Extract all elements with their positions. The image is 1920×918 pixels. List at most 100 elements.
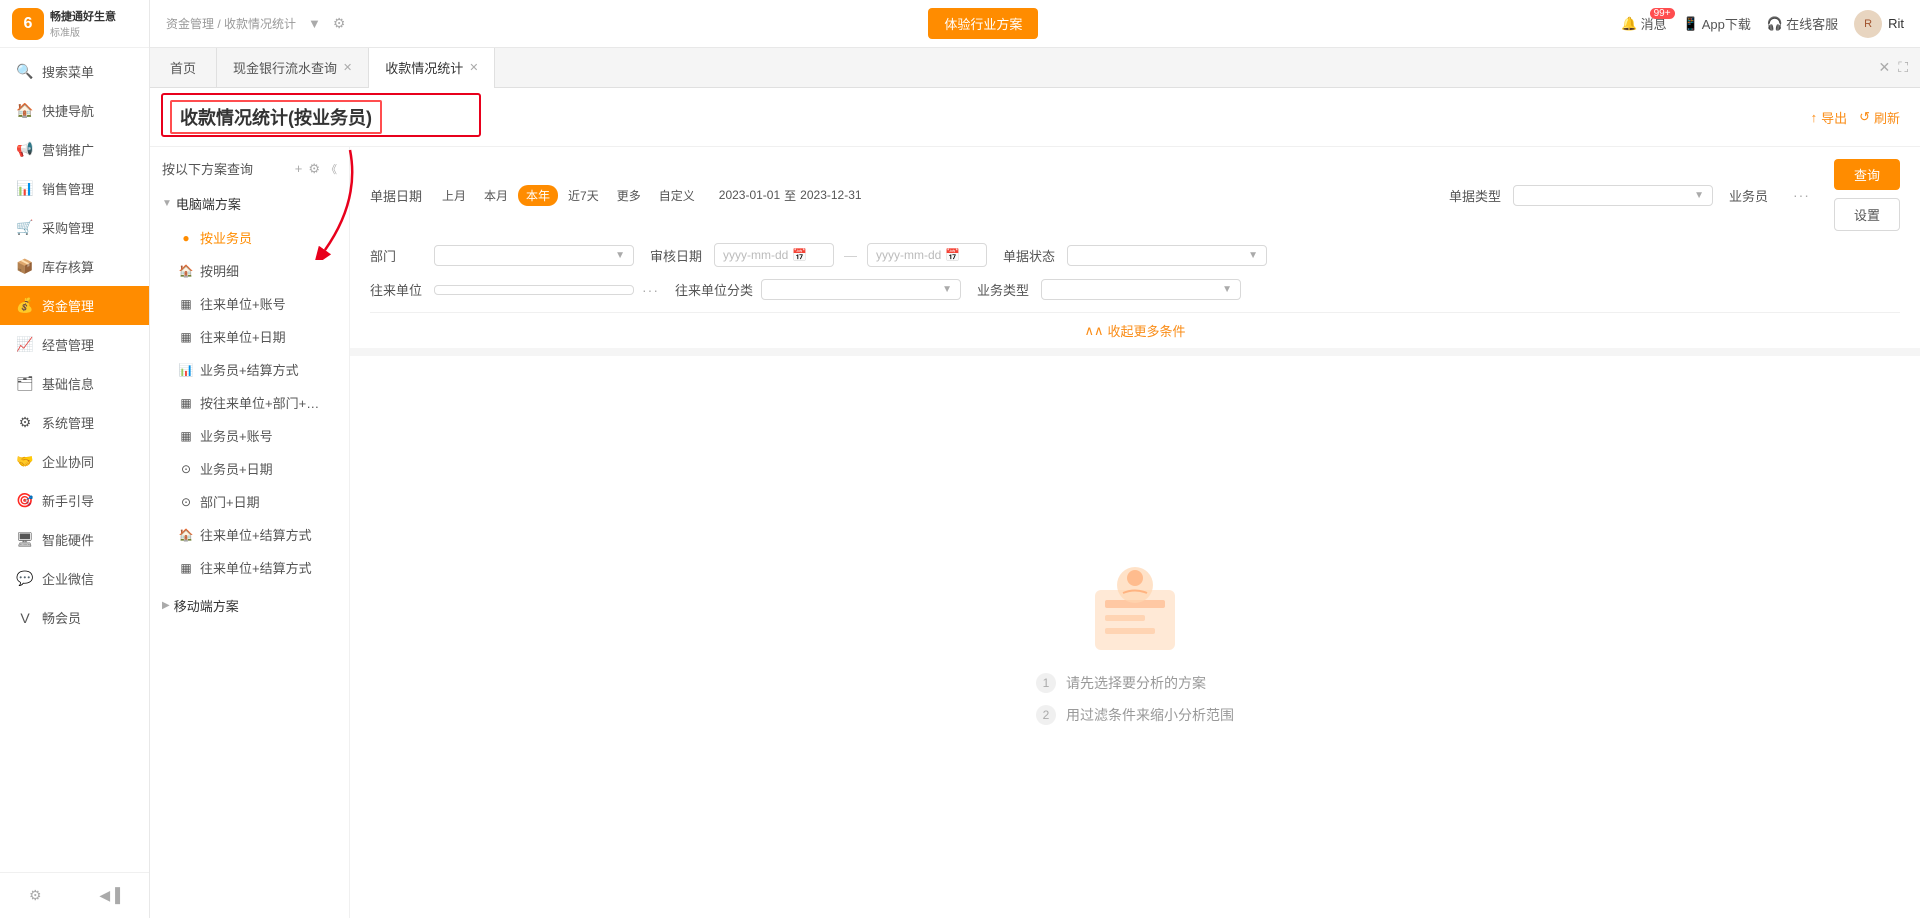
sidebar-item-wechat[interactable]: 💬 企业微信 [0, 559, 149, 598]
sidebar-item-system[interactable]: ⚙ 系统管理 [0, 403, 149, 442]
collapse-panel-icon[interactable]: 《 [326, 161, 337, 177]
dept-select[interactable]: ▼ [434, 245, 634, 266]
voucher-type-select[interactable]: ▼ [1513, 185, 1713, 206]
sidebar-item-label: 库存核算 [42, 257, 94, 276]
sidebar-item-purchase[interactable]: 🛒 采购管理 [0, 208, 149, 247]
biz-type-select[interactable]: ▼ [1041, 279, 1241, 300]
sidebar-item-label: 资金管理 [42, 296, 94, 315]
online-service-button[interactable]: 🎧 在线客服 [1767, 14, 1838, 33]
sidebar-item-operation[interactable]: 📈 经营管理 [0, 325, 149, 364]
table-icon-2: ▦ [178, 329, 194, 345]
export-button[interactable]: ↑ 导出 [1811, 108, 1848, 127]
expand-icon-mobile: ▶ [162, 600, 170, 611]
user-area[interactable]: R Rit [1854, 10, 1904, 38]
table-icon-5: ▦ [178, 560, 194, 576]
tab-home[interactable]: 首页 [150, 48, 217, 88]
message-button[interactable]: 🔔 消息 99+ [1621, 14, 1666, 33]
refresh-button[interactable]: ↺ 刷新 [1859, 108, 1900, 127]
date-tab-custom[interactable]: 自定义 [651, 185, 703, 206]
date-tab-last-month[interactable]: 上月 [434, 185, 474, 206]
breadcrumb-dropdown-icon[interactable]: ▼ [308, 16, 321, 31]
sidebar-item-sales[interactable]: 📊 销售管理 [0, 169, 149, 208]
tree-item-partner-settlement2[interactable]: ▦ 往来单位+结算方式 [158, 551, 349, 584]
money-icon: 💰 [16, 297, 34, 315]
scheme-settings-icon[interactable]: ⚙ [308, 161, 320, 177]
sidebar-item-label: 企业协同 [42, 452, 94, 471]
sidebar-collapse-btn[interactable]: ◀▐ [93, 881, 126, 910]
tab-expand-icon[interactable]: ⛶ [1898, 59, 1908, 76]
tree-group-desktop: ▼ 电脑端方案 ● 按业务员 🏠 按明细 ▦ [150, 186, 349, 584]
app-download-button[interactable]: 📱 App下载 [1683, 14, 1751, 33]
collapse-icon: ∧∧ [1084, 323, 1103, 339]
tree-group-desktop-label[interactable]: ▼ 电脑端方案 [150, 186, 349, 221]
tab-close-bank[interactable]: ✕ [343, 61, 352, 74]
salesman-dots-btn[interactable]: ··· [1793, 187, 1810, 203]
partner-input[interactable] [434, 285, 634, 295]
topbar-gear-icon[interactable]: ⚙ [333, 15, 346, 32]
chart-icon: 📊 [16, 180, 34, 198]
tab-collection[interactable]: 收款情况统计 ✕ [369, 48, 495, 88]
trend-icon: 📈 [16, 336, 34, 354]
tree-item-dept-date[interactable]: ⊙ 部门+日期 [158, 485, 349, 518]
tree-item-partner-date[interactable]: ▦ 往来单位+日期 [158, 320, 349, 353]
review-date-to[interactable]: yyyy-mm-dd 📅 [867, 243, 987, 267]
partner-filter-item: 往来单位 ··· [370, 280, 659, 299]
tab-bank[interactable]: 现金银行流水查询 ✕ [217, 48, 369, 88]
partner-category-select[interactable]: ▼ [761, 279, 961, 300]
topbar-center: 体验行业方案 [928, 8, 1038, 39]
date-tab-this-month[interactable]: 本月 [476, 185, 516, 206]
expand-icon: ▼ [162, 198, 172, 209]
sidebar-item-quicknav[interactable]: 🏠 快捷导航 [0, 91, 149, 130]
tree-item-partner-dept[interactable]: ▦ 按往来单位+部门+收... [158, 386, 349, 419]
sidebar-item-vip[interactable]: V 畅会员 [0, 598, 149, 637]
voucher-type-dropdown-icon: ▼ [1694, 190, 1704, 201]
tab-close-all-icon[interactable]: ✕ [1878, 59, 1890, 76]
sidebar-item-marketing[interactable]: 📢 营销推广 [0, 130, 149, 169]
sidebar-item-inventory[interactable]: 📦 库存核算 [0, 247, 149, 286]
tree-item-salesman-account[interactable]: ▦ 业务员+账号 [158, 419, 349, 452]
left-panel-title: 按以下方案查询 [162, 159, 253, 178]
collapse-filter-btn[interactable]: ∧∧ 收起更多条件 [370, 312, 1900, 348]
table-icon-1: ▦ [178, 296, 194, 312]
date-tab-this-year[interactable]: 本年 [518, 185, 558, 206]
sidebar-item-enterprise[interactable]: 🤝 企业协同 [0, 442, 149, 481]
sidebar-item-capital[interactable]: 💰 资金管理 [0, 286, 149, 325]
tree-item-partner-account[interactable]: ▦ 往来单位+账号 [158, 287, 349, 320]
topbar: 资金管理 / 收款情况统计 ▼ ⚙ 体验行业方案 🔔 消息 99+ 📱 App下… [150, 0, 1920, 48]
sidebar-bottom: ⚙ ◀▐ [0, 872, 149, 918]
setting-button[interactable]: 设置 [1834, 198, 1900, 231]
tree-item-salesman[interactable]: ● 按业务员 [158, 221, 349, 254]
home-icon: 🏠 [16, 102, 34, 120]
empty-illustration-area [1075, 550, 1195, 673]
topbar-left: 资金管理 / 收款情况统计 ▼ ⚙ [166, 15, 345, 32]
dept-dropdown-icon: ▼ [615, 250, 625, 261]
date-tab-more[interactable]: 更多 [609, 185, 649, 206]
add-scheme-btn[interactable]: + [295, 161, 303, 176]
tab-close-collection[interactable]: ✕ [469, 61, 478, 74]
sidebar-item-hardware[interactable]: 🖥 智能硬件 [0, 520, 149, 559]
page-header-actions: ↑ 导出 ↺ 刷新 [1811, 108, 1900, 127]
monitor-icon: 🖥 [16, 531, 34, 549]
sidebar-item-basic[interactable]: 🗂 基础信息 [0, 364, 149, 403]
calendar-icon-1: 📅 [792, 248, 807, 262]
tree-item-detail[interactable]: 🏠 按明细 [158, 254, 349, 287]
voucher-status-dropdown-icon: ▼ [1248, 250, 1258, 261]
voucher-status-select[interactable]: ▼ [1067, 245, 1267, 266]
sidebar: 6 畅捷通好生意 标准版 🔍 搜索菜单 🏠 快捷导航 📢 营销推广 📊 销售管理… [0, 0, 150, 918]
phone-icon: 📱 [1683, 16, 1699, 32]
trial-button[interactable]: 体验行业方案 [928, 8, 1038, 39]
sidebar-item-guide[interactable]: 🎯 新手引导 [0, 481, 149, 520]
sidebar-item-search[interactable]: 🔍 搜索菜单 [0, 52, 149, 91]
review-date-from[interactable]: yyyy-mm-dd 📅 [714, 243, 834, 267]
biz-type-dropdown-icon: ▼ [1222, 284, 1232, 295]
tree-item-salesman-settlement[interactable]: 📊 业务员+结算方式 [158, 353, 349, 386]
tree-item-partner-settlement1[interactable]: 🏠 往来单位+结算方式 [158, 518, 349, 551]
sidebar-settings-btn[interactable]: ⚙ [23, 881, 48, 910]
partner-dots-btn[interactable]: ··· [642, 282, 659, 298]
date-tabs: 上月 本月 本年 近7天 更多 自定义 [434, 185, 703, 206]
date-tab-7days[interactable]: 近7天 [560, 185, 607, 206]
tree-item-salesman-date[interactable]: ⊙ 业务员+日期 [158, 452, 349, 485]
tree-group-mobile-label[interactable]: ▶ 移动端方案 [150, 588, 349, 623]
query-button[interactable]: 查询 [1834, 159, 1900, 190]
headset-icon: 🎧 [1767, 16, 1783, 32]
